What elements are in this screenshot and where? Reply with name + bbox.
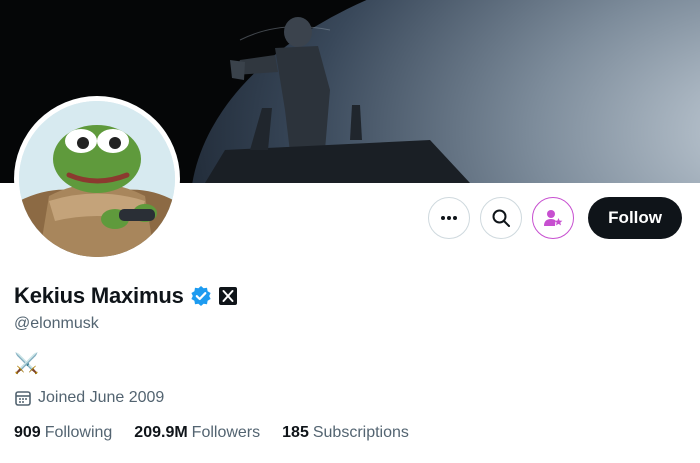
profile-stats: 909 Following 209.9M Followers 185 Subsc… [14,424,686,442]
follow-button[interactable]: Follow [588,197,682,239]
calendar-icon [15,391,31,406]
profile-actions: Follow [428,197,682,239]
search-button[interactable] [480,197,523,239]
followers-count: 209.9M [134,424,188,441]
pepe-avatar-image [19,101,175,257]
joined-date: Joined June 2009 [14,389,686,407]
following-count: 909 [14,424,41,441]
followers-label: Followers [191,424,261,441]
profile-info: Kekius Maximus @elonmusk ⚔️ Joined June … [14,283,686,442]
followers-stat[interactable]: 209.9M Followers [134,424,260,442]
more-dots-icon [441,216,458,220]
name-row: Kekius Maximus [14,283,686,309]
subscriptions-stat[interactable]: 185 Subscriptions [282,424,409,442]
subscriptions-label: Subscriptions [312,424,409,441]
username-handle: @elonmusk [14,315,99,332]
avatar[interactable] [14,96,180,262]
search-icon [492,209,511,227]
following-stat[interactable]: 909 Following [14,424,112,442]
more-button[interactable] [428,197,471,239]
joined-text: Joined June 2009 [38,389,165,406]
bio-text: ⚔️ [14,353,39,375]
subscribe-star-icon [544,210,563,226]
display-name: Kekius Maximus [14,283,184,308]
verified-badge-icon[interactable] [190,285,212,307]
following-label: Following [44,424,113,441]
subscriptions-count: 185 [282,424,309,441]
subscribe-button[interactable] [532,197,575,239]
x-affiliate-icon[interactable] [218,286,238,306]
